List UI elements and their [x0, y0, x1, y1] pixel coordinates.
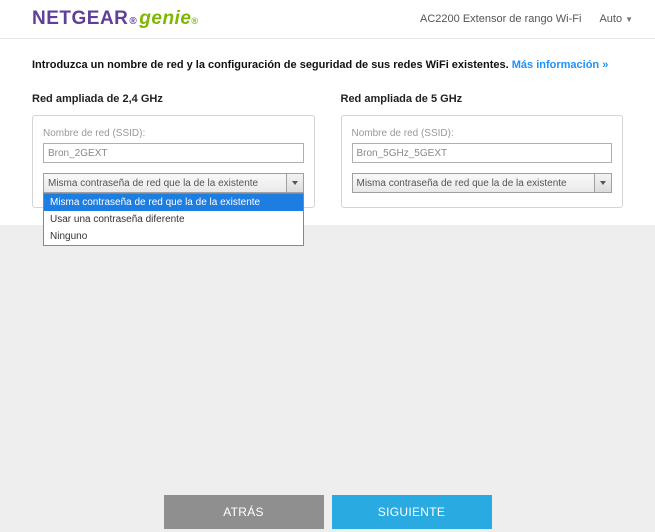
panel-24ghz-title: Red ampliada de 2,4 GHz [32, 93, 315, 105]
dropdown-option-none[interactable]: Ninguno [44, 228, 303, 245]
panel-5ghz-title: Red ampliada de 5 GHz [341, 93, 624, 105]
reg-icon: ® [191, 16, 198, 26]
panels: Red ampliada de 2,4 GHz Nombre de red (S… [32, 93, 623, 208]
header: NETGEAR® genie® AC2200 Extensor de rango… [0, 0, 655, 39]
dropdown-option-same[interactable]: Misma contraseña de red que la de la exi… [44, 194, 303, 211]
dropdown-option-different[interactable]: Usar una contraseña diferente [44, 211, 303, 228]
chevron-down-icon[interactable] [594, 174, 611, 192]
next-button[interactable]: SIGUIENTE [332, 495, 492, 529]
password-select-5-display[interactable]: Misma contraseña de red que la de la exi… [352, 173, 613, 193]
back-button[interactable]: ATRÁS [164, 495, 324, 529]
password-select-24[interactable]: Misma contraseña de red que la de la exi… [43, 173, 304, 193]
language-selector[interactable]: Auto ▼ [599, 13, 633, 25]
password-select-5-value: Misma contraseña de red que la de la exi… [357, 178, 567, 189]
password-dropdown-24: Misma contraseña de red que la de la exi… [43, 193, 304, 246]
panel-24ghz-box: Nombre de red (SSID): Misma contraseña d… [32, 115, 315, 208]
password-select-24-value: Misma contraseña de red que la de la exi… [48, 178, 258, 189]
intro-message: Introduzca un nombre de red y la configu… [32, 59, 509, 71]
password-select-5[interactable]: Misma contraseña de red que la de la exi… [352, 173, 613, 193]
product-name: AC2200 Extensor de rango Wi-Fi [420, 13, 581, 25]
footer: ATRÁS SIGUIENTE [0, 495, 655, 532]
more-info-link[interactable]: Más información » [512, 59, 609, 71]
background-gray [0, 225, 655, 532]
ssid-label-5: Nombre de red (SSID): [352, 128, 613, 139]
password-select-24-display[interactable]: Misma contraseña de red que la de la exi… [43, 173, 304, 193]
chevron-down-icon: ▼ [625, 15, 633, 24]
ssid-input-24[interactable] [43, 143, 304, 163]
logo-netgear: NETGEAR [32, 8, 128, 30]
ssid-input-5[interactable] [352, 143, 613, 163]
panel-5ghz: Red ampliada de 5 GHz Nombre de red (SSI… [341, 93, 624, 208]
logo: NETGEAR® genie® [32, 8, 199, 30]
ssid-label-24: Nombre de red (SSID): [43, 128, 304, 139]
content: Introduzca un nombre de red y la configu… [0, 39, 655, 208]
logo-genie: genie [139, 8, 191, 30]
language-label: Auto [599, 13, 622, 25]
panel-24ghz: Red ampliada de 2,4 GHz Nombre de red (S… [32, 93, 315, 208]
chevron-down-icon[interactable] [286, 174, 303, 192]
intro-text: Introduzca un nombre de red y la configu… [32, 59, 623, 71]
reg-icon: ® [129, 16, 137, 27]
panel-5ghz-box: Nombre de red (SSID): Misma contraseña d… [341, 115, 624, 208]
